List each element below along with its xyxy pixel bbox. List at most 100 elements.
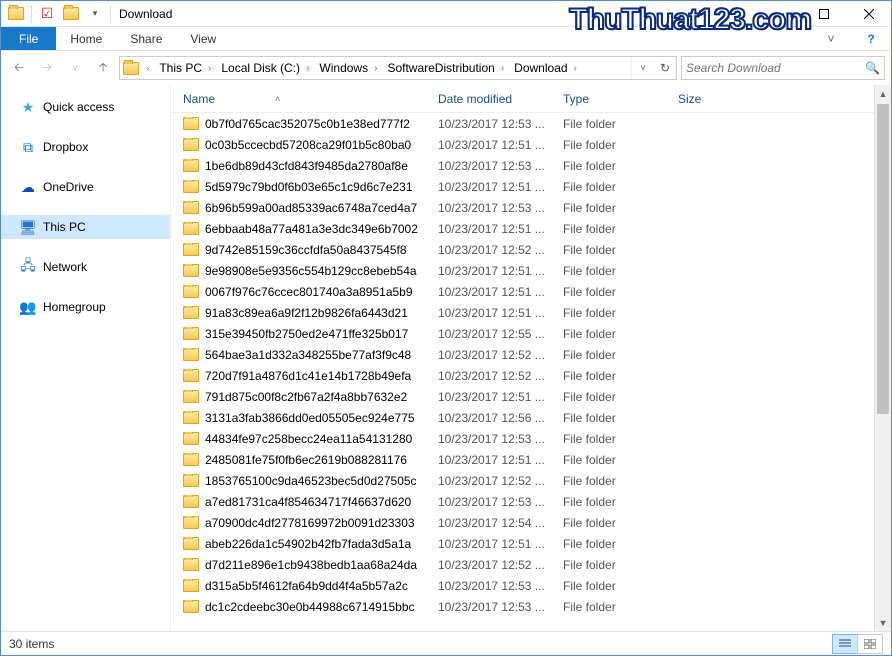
folder-icon <box>183 117 199 130</box>
tab-home[interactable]: Home <box>56 27 116 50</box>
ribbon-collapse-button[interactable]: ˅ <box>811 27 851 50</box>
column-type[interactable]: Type <box>551 92 666 106</box>
file-row[interactable]: 2485081fe75f0fb6ec2619b08828117610/23/20… <box>171 449 891 470</box>
qat-folder[interactable] <box>60 3 82 25</box>
scroll-thumb[interactable] <box>877 104 889 414</box>
folder-icon[interactable] <box>5 3 27 25</box>
file-type: File folder <box>551 306 666 320</box>
breadcrumb-item[interactable]: SoftwareDistribution› <box>381 57 508 79</box>
qat-checkbox[interactable]: ☑ <box>36 3 58 25</box>
folder-icon <box>183 264 199 277</box>
sidebar-item-this-pc[interactable]: 🖥This PC <box>1 215 170 239</box>
sidebar-item-label: Network <box>43 260 87 274</box>
search-input[interactable] <box>686 61 865 75</box>
file-type: File folder <box>551 411 666 425</box>
file-name: d7d211e896e1cb9438bedb1aa68a24da <box>205 558 417 572</box>
file-row[interactable]: 0067f976c76ccec801740a3a8951a5b910/23/20… <box>171 281 891 302</box>
file-row[interactable]: 44834fe97c258becc24ea11a5413128010/23/20… <box>171 428 891 449</box>
help-button[interactable]: ? <box>851 27 891 50</box>
file-row[interactable]: 3131a3fab3866dd0ed05505ec924e77510/23/20… <box>171 407 891 428</box>
column-name[interactable]: Name˄ <box>171 92 426 106</box>
nav-forward-button[interactable]: 🡢 <box>35 56 59 80</box>
column-size[interactable]: Size <box>666 92 736 106</box>
chevron-right-icon[interactable]: › <box>300 63 309 74</box>
file-type: File folder <box>551 537 666 551</box>
file-row[interactable]: d315a5b5f4612fa64b9dd4f4a5b57a2c10/23/20… <box>171 575 891 596</box>
navigation-pane: ★Quick access ⧉Dropbox ☁OneDrive 🖥This PC 🖧N… <box>1 85 171 631</box>
view-icons-button[interactable] <box>857 634 883 654</box>
chevron-right-icon[interactable]: › <box>142 63 153 74</box>
file-row[interactable]: 6ebbaab48a77a481a3e3dc349e6b700210/23/20… <box>171 218 891 239</box>
file-row[interactable]: a7ed81731ca4f854634717f46637d62010/23/20… <box>171 491 891 512</box>
file-row[interactable]: 91a83c89ea6a9f2f12b9826fa6443d2110/23/20… <box>171 302 891 323</box>
folder-icon <box>183 222 199 235</box>
file-type: File folder <box>551 159 666 173</box>
breadcrumb-item[interactable]: Windows› <box>313 57 381 79</box>
refresh-button[interactable]: ↻ <box>654 57 676 79</box>
file-row[interactable]: 315e39450fb2750ed2e471ffe325b01710/23/20… <box>171 323 891 344</box>
qat-dropdown[interactable]: ▾ <box>84 3 106 25</box>
nav-back-button[interactable]: 🡠 <box>7 56 31 80</box>
address-dropdown-button[interactable]: ˅ <box>632 57 654 79</box>
file-row[interactable]: 9e98908e5e9356c554b129cc8ebeb54a10/23/20… <box>171 260 891 281</box>
column-date[interactable]: Date modified <box>426 92 551 106</box>
file-row[interactable]: d7d211e896e1cb9438bedb1aa68a24da10/23/20… <box>171 554 891 575</box>
folder-icon <box>183 306 199 319</box>
view-details-button[interactable] <box>832 634 858 654</box>
sidebar-item-network[interactable]: 🖧Network <box>1 255 170 279</box>
file-type: File folder <box>551 579 666 593</box>
sidebar-item-quick-access[interactable]: ★Quick access <box>1 95 170 119</box>
file-row[interactable]: 1853765100c9da46523bec5d0d27505c10/23/20… <box>171 470 891 491</box>
search-icon[interactable]: 🔍 <box>865 61 880 75</box>
tab-file[interactable]: File <box>1 27 56 50</box>
file-type: File folder <box>551 390 666 404</box>
breadcrumb-item[interactable]: Download› <box>508 57 581 79</box>
search-box[interactable]: 🔍 <box>681 56 885 80</box>
file-date: 10/23/2017 12:53 ... <box>426 201 551 215</box>
tab-share[interactable]: Share <box>116 27 176 50</box>
file-row[interactable]: 1be6db89d43cfd843f9485da2780af8e10/23/20… <box>171 155 891 176</box>
file-row[interactable]: 0b7f0d765cac352075c0b1e38ed777f210/23/20… <box>171 113 891 134</box>
minimize-button[interactable] <box>756 1 801 27</box>
homegroup-icon: 👥 <box>19 298 37 316</box>
file-row[interactable]: 720d7f91a4876d1c41e14b1728b49efa10/23/20… <box>171 365 891 386</box>
breadcrumb-item[interactable]: Local Disk (C:)› <box>215 57 313 79</box>
chevron-right-icon[interactable]: › <box>368 63 377 74</box>
chevron-right-icon[interactable]: › <box>495 63 504 74</box>
sidebar-item-label: Homegroup <box>43 300 106 314</box>
chevron-right-icon[interactable]: › <box>202 63 211 74</box>
close-button[interactable] <box>846 1 891 27</box>
nav-recent-button[interactable]: ˅ <box>63 56 87 80</box>
address-bar[interactable]: › This PC›Local Disk (C:)›Windows›Softwa… <box>119 56 677 80</box>
sidebar-item-label: Dropbox <box>43 140 88 154</box>
file-row[interactable]: 791d875c00f8c2fb67a2f4a8bb7632e210/23/20… <box>171 386 891 407</box>
file-name: 564bae3a1d332a348255be77af3f9c48 <box>205 348 411 362</box>
scroll-up-button[interactable]: ▲ <box>875 85 891 102</box>
file-row[interactable]: dc1c2cdeebc30e0b44988c6714915bbc10/23/20… <box>171 596 891 617</box>
file-row[interactable]: 564bae3a1d332a348255be77af3f9c4810/23/20… <box>171 344 891 365</box>
sort-indicator-icon: ˄ <box>275 94 280 104</box>
vertical-scrollbar[interactable]: ▲ ▼ <box>874 85 891 631</box>
file-name: 0c03b5ccecbd57208ca29f01b5c80ba0 <box>205 138 411 152</box>
maximize-button[interactable] <box>801 1 846 27</box>
chevron-right-icon[interactable]: › <box>568 63 577 74</box>
nav-up-button[interactable]: 🡡 <box>91 56 115 80</box>
tab-view[interactable]: View <box>176 27 230 50</box>
file-row[interactable]: abeb226da1c54902b42fb7fada3d5a1a10/23/20… <box>171 533 891 554</box>
file-name: a7ed81731ca4f854634717f46637d620 <box>205 495 411 509</box>
file-row[interactable]: 5d5979c79bd0f6b03e65c1c9d6c7e23110/23/20… <box>171 176 891 197</box>
file-row[interactable]: 6b96b599a00ad85339ac6748a7ced4a710/23/20… <box>171 197 891 218</box>
file-row[interactable]: 0c03b5ccecbd57208ca29f01b5c80ba010/23/20… <box>171 134 891 155</box>
file-name: 9e98908e5e9356c554b129cc8ebeb54a <box>205 264 417 278</box>
scroll-down-button[interactable]: ▼ <box>875 614 891 631</box>
sidebar-item-label: Quick access <box>43 100 114 114</box>
breadcrumb-item[interactable]: This PC› <box>153 57 215 79</box>
sidebar-item-homegroup[interactable]: 👥 Homegroup <box>1 295 170 319</box>
sidebar-item-dropbox[interactable]: ⧉Dropbox <box>1 135 170 159</box>
folder-icon <box>183 474 199 487</box>
folder-icon <box>183 579 199 592</box>
file-row[interactable]: a70900dc4df2778169972b0091d2330310/23/20… <box>171 512 891 533</box>
sidebar-item-onedrive[interactable]: ☁OneDrive <box>1 175 170 199</box>
file-row[interactable]: 9d742e85159c36ccfdfa50a8437545f810/23/20… <box>171 239 891 260</box>
file-type: File folder <box>551 495 666 509</box>
